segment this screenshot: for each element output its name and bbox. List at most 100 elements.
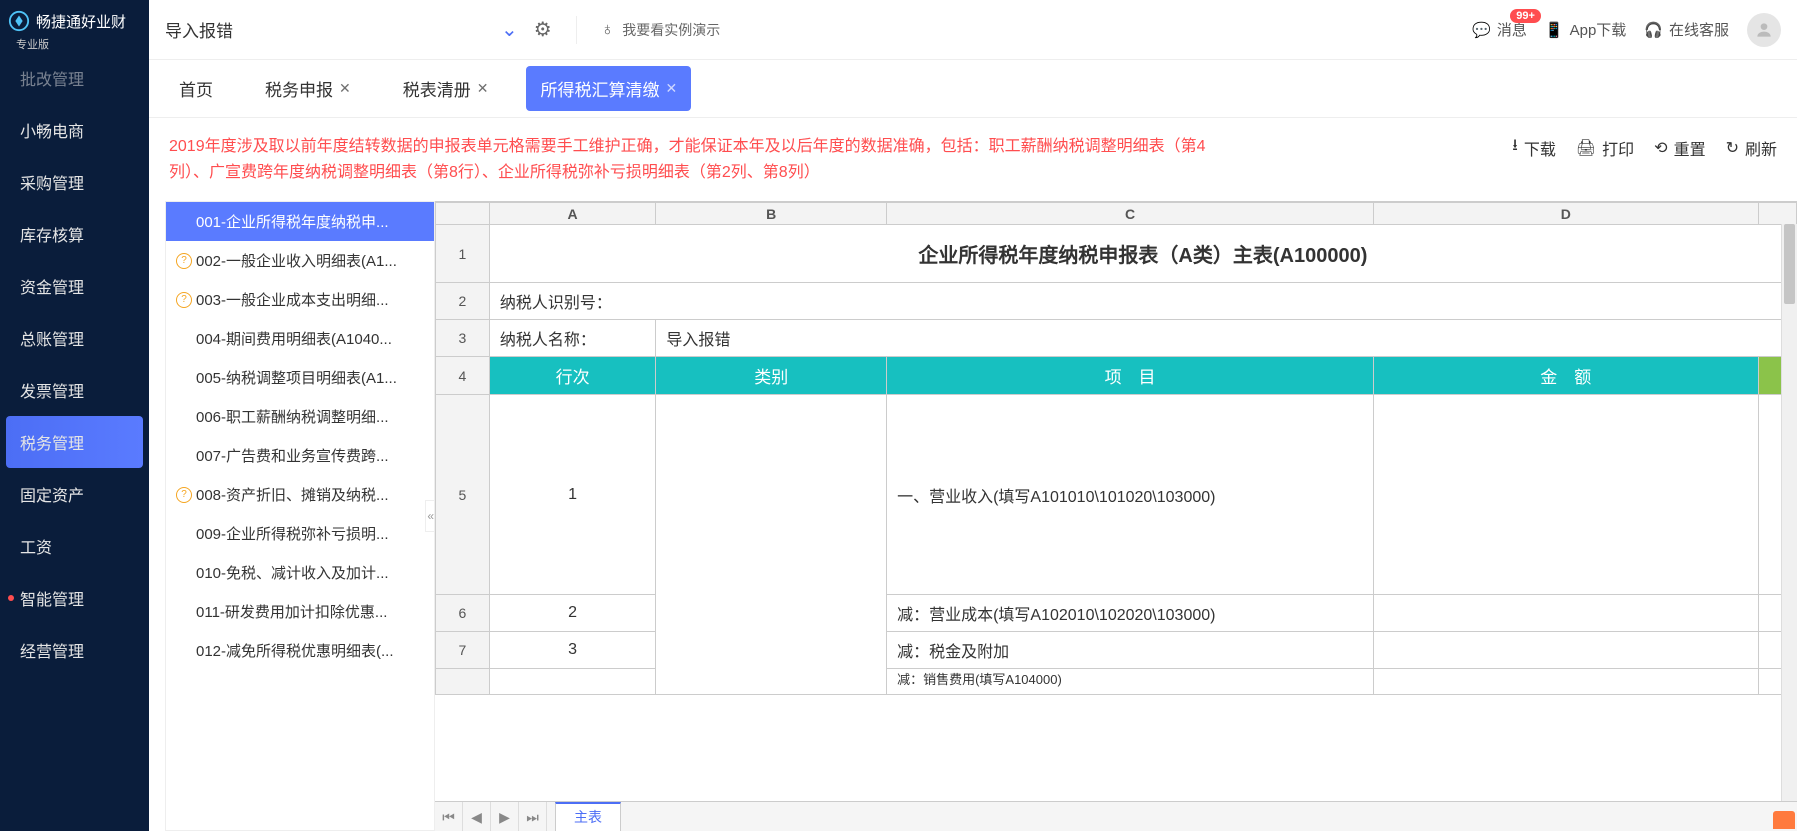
nav-item[interactable]: 智能管理 (0, 572, 149, 624)
row-header[interactable]: 7 (436, 632, 490, 669)
col-header[interactable]: A (489, 203, 656, 225)
org-dropdown[interactable]: 导入报错 (165, 17, 485, 42)
tab-home[interactable]: 首页 (165, 66, 227, 111)
form-list-item[interactable]: 008-资产折旧、摊销及纳税... (166, 475, 434, 514)
reset-button[interactable]: ⟲重置 (1654, 136, 1705, 160)
vertical-scrollbar[interactable] (1781, 224, 1797, 801)
nav-item-active[interactable]: 税务管理 (6, 416, 143, 468)
cell[interactable]: 一、营业收入(填写A101010\101020\103000) (887, 395, 1374, 595)
action-label: 下载 (1524, 136, 1556, 160)
nav-item[interactable]: 批改管理 (0, 62, 149, 104)
tab-tax-declare[interactable]: 税务申报 ✕ (251, 66, 365, 111)
sheet-title[interactable]: 企业所得税年度纳税申报表（A类）主表(A100000) (489, 225, 1796, 283)
nav-item[interactable]: 库存核算 (0, 208, 149, 260)
tab-label: 税务申报 (265, 76, 333, 101)
avatar[interactable] (1747, 13, 1781, 47)
cell[interactable]: 3 (489, 632, 656, 669)
cell[interactable]: 2 (489, 595, 656, 632)
nav-item[interactable]: 资金管理 (0, 260, 149, 312)
sheet-nav-last[interactable]: ⏭ (519, 802, 547, 831)
table-header-cell[interactable]: 项 目 (887, 357, 1374, 395)
row-header[interactable]: 6 (436, 595, 490, 632)
row-header[interactable]: 5 (436, 395, 490, 595)
sheet-tab-bar: ⏮ ◀ ▶ ⏭ 主表 (435, 801, 1797, 831)
sheet-nav-first[interactable]: ⏮ (435, 802, 463, 831)
row-header[interactable] (436, 669, 490, 695)
chevron-down-icon[interactable]: ⌄ (493, 17, 526, 42)
nav-item[interactable]: 总账管理 (0, 312, 149, 364)
tabbar: 首页 税务申报 ✕ 税表清册✕ 所得税汇算清缴✕ (149, 60, 1797, 118)
col-header[interactable]: C (887, 203, 1374, 225)
cell[interactable]: 1 (489, 395, 656, 595)
cell[interactable]: 纳税人名称： (489, 320, 656, 357)
form-list-item[interactable]: 007-广告费和业务宣传费跨... (166, 436, 434, 475)
tab-tax-register[interactable]: 税表清册✕ (389, 66, 503, 111)
brand-logo: 畅捷通好业财 (0, 0, 149, 36)
gear-icon[interactable]: ⚙ (534, 17, 552, 42)
spreadsheet-grid[interactable]: A B C D 1 企业所得税年度纳税申报表（A类）主表(A100000) (435, 202, 1797, 801)
nav-item[interactable]: 固定资产 (0, 468, 149, 520)
refresh-button[interactable]: ↻刷新 (1726, 136, 1777, 160)
customer-service-button[interactable]: 🎧 在线客服 (1644, 19, 1729, 40)
form-list-item[interactable]: 002-一般企业收入明细表(A1... (166, 241, 434, 280)
cell[interactable] (1374, 395, 1758, 595)
nav-item[interactable]: 工资 (0, 520, 149, 572)
form-list-item[interactable]: 010-免税、减计收入及加计... (166, 553, 434, 592)
cell[interactable]: 导入报错 (656, 320, 1797, 357)
table-header-cell[interactable]: 类别 (656, 357, 887, 395)
table-header-cell[interactable]: 行次 (489, 357, 656, 395)
form-list-item[interactable]: 005-纳税调整项目明细表(A1... (166, 358, 434, 397)
col-header[interactable]: D (1374, 203, 1758, 225)
collapse-handle[interactable]: « (425, 500, 435, 532)
scrollbar-thumb[interactable] (1784, 224, 1795, 304)
form-list-item[interactable]: 011-研发费用加计扣除优惠... (166, 592, 434, 631)
sheet-tab[interactable]: 主表 (555, 802, 621, 831)
refresh-icon: ↻ (1726, 138, 1739, 158)
divider (576, 16, 577, 44)
close-icon[interactable]: ✕ (665, 80, 677, 97)
cell[interactable] (1374, 595, 1758, 632)
row-header[interactable]: 2 (436, 283, 490, 320)
nav-item[interactable]: 采购管理 (0, 156, 149, 208)
app-download-label: App下载 (1570, 19, 1627, 40)
form-list-item[interactable]: 001-企业所得税年度纳税申... (166, 202, 434, 241)
form-list-item[interactable]: 009-企业所得税弥补亏损明... (166, 514, 434, 553)
form-list-item[interactable]: 003-一般企业成本支出明细... (166, 280, 434, 319)
brand-edition: 专业版 (0, 36, 149, 62)
form-list-item[interactable]: 012-减免所得税优惠明细表(... (166, 631, 434, 670)
nav-item[interactable]: 发票管理 (0, 364, 149, 416)
action-label: 打印 (1602, 136, 1634, 160)
download-button[interactable]: ⭳下载 (1512, 134, 1556, 161)
col-header[interactable]: B (656, 203, 887, 225)
demo-link[interactable]: ♁ 我要看实例演示 (601, 19, 721, 40)
row-header[interactable]: 3 (436, 320, 490, 357)
row-header[interactable]: 4 (436, 357, 490, 395)
cell[interactable] (1374, 669, 1758, 695)
sheet-nav-prev[interactable]: ◀ (463, 802, 491, 831)
col-header[interactable] (1758, 203, 1796, 225)
cell[interactable]: 减：税金及附加 (887, 632, 1374, 669)
app-download-button[interactable]: 📱 App下载 (1545, 19, 1626, 40)
table-header-cell[interactable]: 金 额 (1374, 357, 1758, 395)
customer-service-label: 在线客服 (1669, 19, 1729, 40)
cell-label: 纳税人识别号： (500, 295, 612, 312)
form-list-item[interactable]: 004-期间费用明细表(A1040... (166, 319, 434, 358)
cell[interactable] (489, 669, 656, 695)
cell[interactable]: 减：营业成本(填写A102010\102020\103000) (887, 595, 1374, 632)
feedback-widget[interactable] (1773, 811, 1795, 829)
cell[interactable]: 纳税人识别号： (489, 283, 1796, 320)
close-icon[interactable]: ✕ (339, 80, 351, 97)
row-header[interactable]: 1 (436, 225, 490, 283)
cell[interactable]: 减：销售费用(填写A104000) (887, 669, 1374, 695)
grid-corner[interactable] (436, 203, 490, 225)
messages-button[interactable]: 💬 消息 99+ (1472, 19, 1527, 40)
form-list-item[interactable]: 006-职工薪酬纳税调整明细... (166, 397, 434, 436)
cell[interactable] (656, 395, 887, 695)
print-button[interactable]: 🖨打印 (1576, 136, 1634, 160)
close-icon[interactable]: ✕ (477, 80, 489, 97)
tab-income-tax-settlement[interactable]: 所得税汇算清缴✕ (526, 66, 691, 111)
nav-item[interactable]: 经营管理 (0, 624, 149, 676)
sheet-nav-next[interactable]: ▶ (491, 802, 519, 831)
cell[interactable] (1374, 632, 1758, 669)
nav-item[interactable]: 小畅电商 (0, 104, 149, 156)
